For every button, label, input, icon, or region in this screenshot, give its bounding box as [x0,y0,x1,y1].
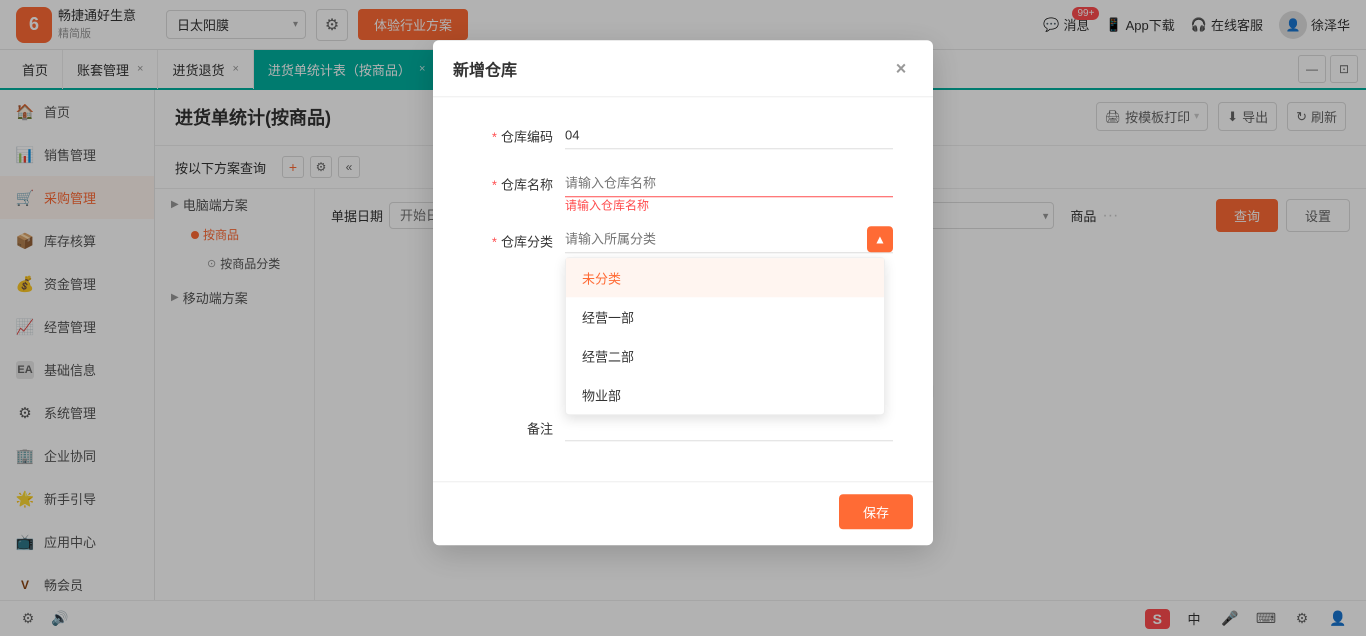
form-row-category: *仓库分类 ▲ 未分类 经营一部 经营二部 物业部 [473,225,893,253]
name-input[interactable] [565,169,893,197]
modal-title: 新增仓库 [453,56,517,80]
cat-required-star: * [492,234,497,249]
dropdown-item-2[interactable]: 经营二部 [566,336,884,375]
category-label: *仓库分类 [473,225,553,250]
modal-header: 新增仓库 × [433,40,933,97]
name-required-star: * [492,177,497,192]
modal-footer: 保存 [433,481,933,545]
category-dropdown: 未分类 经营一部 经营二部 物业部 [565,257,885,415]
code-input[interactable] [565,121,893,149]
form-row-name: *仓库名称 请输入仓库名称 [473,169,893,197]
category-arrow-icon[interactable]: ▲ [867,226,893,252]
modal-body: *仓库编码 *仓库名称 请输入仓库名称 *仓库分类 ▲ 未分类 经营一 [433,97,933,481]
new-warehouse-modal: 新增仓库 × *仓库编码 *仓库名称 请输入仓库名称 *仓库分类 ▲ [433,40,933,545]
form-row-code: *仓库编码 [473,121,893,149]
dropdown-item-1[interactable]: 经营一部 [566,297,884,336]
dropdown-item-0[interactable]: 未分类 [566,258,884,297]
notes-input[interactable] [565,413,893,441]
category-select-wrap: ▲ 未分类 经营一部 经营二部 物业部 [565,225,893,253]
notes-label: 备注 [473,418,553,437]
name-label: *仓库名称 [473,174,553,193]
category-input[interactable] [565,225,893,253]
dropdown-item-3[interactable]: 物业部 [566,375,884,414]
save-button[interactable]: 保存 [839,494,913,529]
form-row-notes: 备注 [473,413,893,441]
modal-close-button[interactable]: × [889,56,913,80]
name-error-msg: 请输入仓库名称 [565,196,649,213]
code-label: *仓库编码 [473,126,553,145]
code-required-star: * [492,129,497,144]
